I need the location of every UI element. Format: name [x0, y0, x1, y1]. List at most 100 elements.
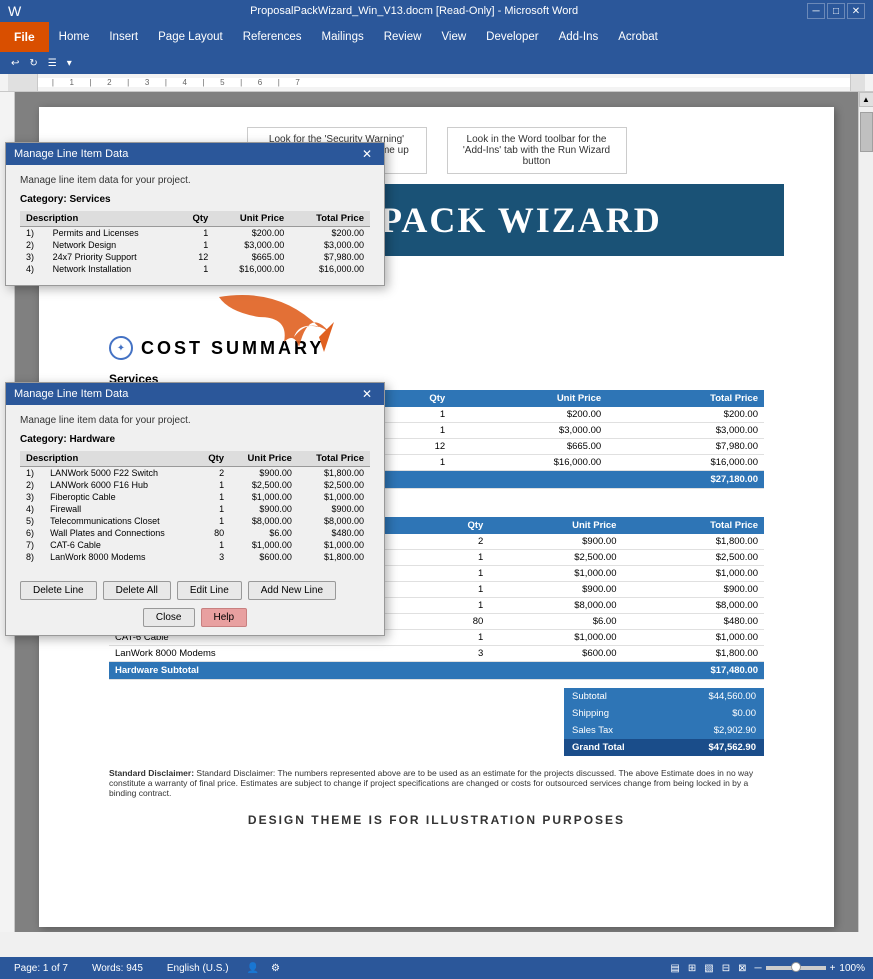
restore-button[interactable]: □	[827, 3, 845, 19]
dialog-services-title: Manage Line Item Data	[14, 148, 128, 160]
delete-all-button[interactable]: Delete All	[103, 581, 171, 600]
dlg-svc-row-4: 4) Network Installation 1 $16,000.00 $16…	[20, 263, 370, 275]
dlg-hw-row-5: 5) Telecommunications Closet 1 $8,000.00…	[20, 515, 370, 527]
scrollbar[interactable]: ▲	[858, 92, 873, 932]
edit-line-button[interactable]: Edit Line	[177, 581, 242, 600]
dialog-hardware-table: Description Qty Unit Price Total Price 1…	[20, 451, 370, 563]
grand-total-row: Grand Total $47,562.90	[564, 739, 764, 756]
quick-access-toolbar: ↩ ↻ ☰ ▾	[0, 52, 873, 74]
orange-arrow	[199, 287, 339, 380]
dialog-hardware-title: Manage Line Item Data	[14, 388, 128, 400]
dlg-th-qty: Qty	[177, 211, 214, 227]
dlg-th-unit: Unit Price	[214, 211, 290, 227]
add-ins-menu[interactable]: Add-Ins	[549, 22, 609, 52]
dialog-hardware-category: Category: Hardware	[20, 434, 370, 445]
view-icon-2[interactable]: ⊞	[688, 963, 696, 974]
developer-menu[interactable]: Developer	[476, 22, 548, 52]
zoom-plus[interactable]: +	[830, 963, 836, 974]
title-bar: W ProposalPackWizard_Win_V13.docm [Read-…	[0, 0, 873, 22]
view-icon-3[interactable]: ▧	[704, 963, 713, 974]
hardware-th-unit: Unit Price	[489, 517, 622, 534]
view-menu[interactable]: View	[431, 22, 476, 52]
dialog-hardware: Manage Line Item Data ✕ Manage line item…	[5, 382, 385, 636]
dialog-services-content: Manage line item data for your project. …	[6, 165, 384, 285]
services-th-total: Total Price	[607, 390, 764, 407]
shipping-row: Shipping $0.00	[564, 705, 764, 722]
dlg-hw-row-1: 1) LANWork 5000 F22 Switch 2 $900.00 $1,…	[20, 467, 370, 480]
dlg-hw-th-unit: Unit Price	[230, 451, 298, 467]
dlg-hw-row-3: 3) Fiberoptic Cable 1 $1,000.00 $1,000.0…	[20, 491, 370, 503]
grand-total-value: $47,562.90	[668, 739, 764, 756]
references-menu[interactable]: References	[233, 22, 312, 52]
sales-tax-label: Sales Tax	[564, 722, 668, 739]
word-icon: W	[8, 3, 21, 19]
home-menu[interactable]: Home	[49, 22, 100, 52]
hardware-subtotal-row: Hardware Subtotal $17,480.00	[109, 662, 764, 680]
cs-icon: ✦	[109, 336, 133, 360]
dlg-th-desc: Description	[20, 211, 177, 227]
zoom-slider[interactable]	[766, 966, 826, 970]
sales-tax-value: $2,902.90	[668, 722, 764, 739]
dlg-svc-row-2: 2) Network Design 1 $3,000.00 $3,000.00	[20, 239, 370, 251]
document-area: Look for the 'Security Warning' you must…	[0, 92, 873, 932]
dialog-services-titlebar: Manage Line Item Data ✕	[6, 143, 384, 165]
hardware-subtotal-label: Hardware Subtotal	[109, 662, 622, 680]
page-info: Page: 1 of 7	[8, 963, 74, 974]
sales-tax-row: Sales Tax $2,902.90	[564, 722, 764, 739]
subtotal-value: $44,560.00	[668, 688, 764, 705]
dialog-hardware-subtitle: Manage line item data for your project.	[20, 415, 370, 426]
dialog-footer-row2: Close Help	[6, 608, 384, 635]
view-icon-5[interactable]: ⊠	[738, 963, 746, 974]
language: English (U.S.)	[161, 963, 235, 974]
word-count: Words: 945	[86, 963, 149, 974]
undo-button[interactable]: ↩	[8, 57, 22, 70]
scroll-thumb[interactable]	[860, 112, 873, 152]
hardware-th-total: Total Price	[622, 517, 764, 534]
dlg-hw-row-4: 4) Firewall 1 $900.00 $900.00	[20, 503, 370, 515]
review-menu[interactable]: Review	[374, 22, 432, 52]
subtotal-label: Subtotal	[564, 688, 668, 705]
services-subtotal-value: $27,180.00	[607, 471, 764, 489]
delete-line-button[interactable]: Delete Line	[20, 581, 97, 600]
mailings-menu[interactable]: Mailings	[312, 22, 374, 52]
insert-menu[interactable]: Insert	[99, 22, 148, 52]
view-icon-4[interactable]: ⊟	[722, 963, 730, 974]
menu-bar: File Home Insert Page Layout References …	[0, 22, 873, 52]
zoom-minus[interactable]: ─	[754, 963, 761, 974]
repeat-button[interactable]: ↻	[26, 57, 40, 70]
page-layout-menu[interactable]: Page Layout	[148, 22, 233, 52]
dialog-hardware-content: Manage line item data for your project. …	[6, 405, 384, 573]
dlg-hw-row-7: 7) CAT-6 Cable 1 $1,000.00 $1,000.00	[20, 539, 370, 551]
zoom-controls[interactable]: ─ + 100%	[754, 963, 865, 974]
tooltip-2: Look in the Word toolbar for the 'Add-In…	[447, 127, 627, 174]
dlg-svc-row-1: 1) Permits and Licenses 1 $200.00 $200.0…	[20, 227, 370, 240]
dropdown-button[interactable]: ▾	[64, 57, 75, 70]
close-button[interactable]: Close	[143, 608, 195, 627]
bullets-button[interactable]: ☰	[45, 57, 60, 70]
dlg-hw-th-desc: Description	[20, 451, 197, 467]
minimize-button[interactable]: ─	[807, 3, 825, 19]
file-menu[interactable]: File	[0, 22, 49, 52]
add-new-line-button[interactable]: Add New Line	[248, 581, 336, 600]
dialog-services-table: Description Qty Unit Price Total Price 1…	[20, 211, 370, 275]
hardware-th-qty: Qty	[424, 517, 490, 534]
shipping-value: $0.00	[668, 705, 764, 722]
zoom-level: 100%	[839, 963, 865, 974]
dlg-hw-row-8: 8) LanWork 8000 Modems 3 $600.00 $1,800.…	[20, 551, 370, 563]
close-button[interactable]: ✕	[847, 3, 865, 19]
status-bar: Page: 1 of 7 Words: 945 English (U.S.) 👤…	[0, 957, 873, 979]
dialog-services-subtitle: Manage line item data for your project.	[20, 175, 370, 186]
window-title: ProposalPackWizard_Win_V13.docm [Read-On…	[21, 5, 807, 17]
dlg-th-total: Total Price	[290, 211, 370, 227]
dialog-hardware-close-x[interactable]: ✕	[358, 387, 376, 401]
services-th-unit: Unit Price	[451, 390, 607, 407]
acrobat-menu[interactable]: Acrobat	[608, 22, 668, 52]
scroll-up[interactable]: ▲	[859, 92, 873, 107]
help-button[interactable]: Help	[201, 608, 248, 627]
dialog-services-close[interactable]: ✕	[358, 147, 376, 161]
dlg-hw-th-qty: Qty	[197, 451, 231, 467]
dialog-hardware-footer: Delete Line Delete All Edit Line Add New…	[6, 573, 384, 608]
dialog-hardware-titlebar: Manage Line Item Data ✕	[6, 383, 384, 405]
view-icon-1[interactable]: ▤	[670, 963, 679, 974]
services-th-qty: Qty	[378, 390, 451, 407]
